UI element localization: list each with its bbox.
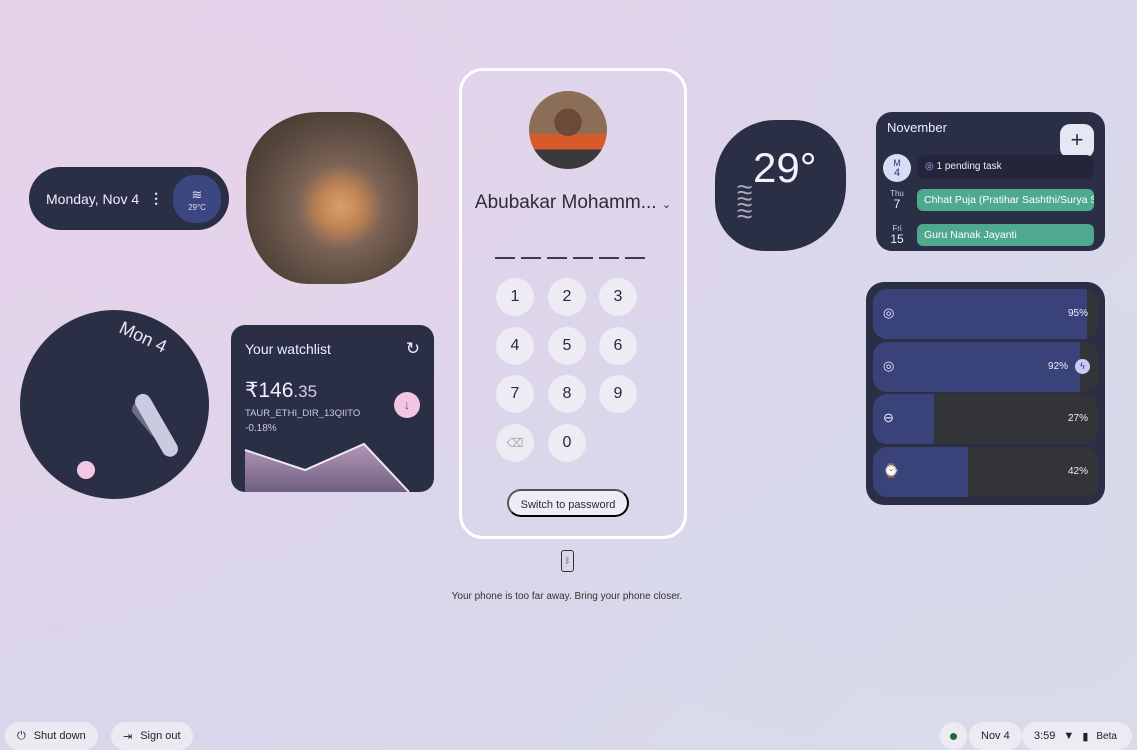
user-name-dropdown[interactable]: Abubakar Mohamm... ⌄ <box>462 192 684 214</box>
photo-widget[interactable] <box>246 112 418 284</box>
battery-row: ◎ 95% <box>873 289 1098 339</box>
switch-to-password-button[interactable]: Switch to password <box>507 489 629 517</box>
today-badge: M4 <box>883 154 911 182</box>
key-1[interactable]: 1 <box>496 278 534 316</box>
event-date: Thu 7 <box>890 189 904 211</box>
event-date: Fri 15 <box>890 224 904 246</box>
smart-lock-message: Your phone is too far away. Bring your p… <box>451 591 683 602</box>
hour-hand <box>132 391 181 460</box>
user-avatar[interactable] <box>529 91 607 169</box>
charging-icon: ϟ <box>1075 358 1090 374</box>
phone-bluetooth-icon: ᛒ <box>561 550 574 572</box>
key-2[interactable]: 2 <box>548 278 586 316</box>
waves-icon: ≈ ≈ ≈ <box>737 174 753 229</box>
stock-sparkline <box>244 442 410 492</box>
more-vert-icon[interactable]: ⋮ <box>149 190 163 207</box>
watch-icon: ⌚ <box>883 462 900 478</box>
key-6[interactable]: 6 <box>599 327 637 365</box>
pending-task[interactable]: ◎ 1 pending task <box>917 155 1094 179</box>
earbud-left-icon: ◎ <box>883 305 895 320</box>
backspace-icon[interactable]: ⌫ <box>496 424 534 462</box>
key-0[interactable]: 0 <box>548 424 586 462</box>
battery-widget[interactable]: ◎ 95% ◎ 92% ϟ ⊖ 27% ⌚ 42% <box>866 282 1105 505</box>
pin-input[interactable] <box>495 257 645 259</box>
earbud-right-icon: ◎ <box>883 357 895 373</box>
status-dot[interactable] <box>940 722 967 750</box>
event-item[interactable]: Chhat Puja (Pratihar Sashthi/Surya Sasht… <box>917 189 1094 211</box>
calendar-widget[interactable]: November + M4 ◎ 1 pending task Thu 7 Chha… <box>876 112 1105 251</box>
arrow-down-icon: ↓ <box>394 392 420 418</box>
weather-temp-large: 29° <box>753 144 817 191</box>
stock-price: ₹146.35 <box>245 379 318 402</box>
wifi-icon: ▼ <box>1063 730 1075 742</box>
power-icon: ⏻ <box>17 729 26 742</box>
clock-date-label: Mon 4 <box>116 317 171 357</box>
clock-widget[interactable]: Mon 4 <box>23 313 206 496</box>
key-3[interactable]: 3 <box>599 278 637 316</box>
refresh-icon[interactable]: ↻ <box>406 339 420 359</box>
shutdown-button[interactable]: ⏻ Shut down <box>5 722 98 750</box>
shelf-date[interactable]: Nov 4 <box>969 722 1022 750</box>
signout-button[interactable]: ⇥ Sign out <box>111 722 193 750</box>
clock-dot <box>77 461 95 479</box>
task-icon: ◎ <box>925 161 934 172</box>
battery-icon: ▮ <box>1082 730 1089 743</box>
weather-widget[interactable]: 29° ≈ ≈ ≈ <box>715 120 846 251</box>
date-widget[interactable]: Monday, Nov 4 ⋮ ≋ 29°C <box>29 167 229 230</box>
earbuds-case-icon: ⊖ <box>883 410 894 425</box>
system-tray[interactable]: 3:59 ▼ ▮ Beta <box>1022 722 1132 750</box>
battery-row: ⌚ 42% <box>873 446 1098 497</box>
weather-temp: 29°C <box>188 202 206 212</box>
add-event-button[interactable]: + <box>1060 124 1094 158</box>
waves-icon: ≋ <box>191 186 203 202</box>
key-4[interactable]: 4 <box>496 327 534 365</box>
event-item[interactable]: Guru Nanak Jayanti <box>917 224 1094 246</box>
battery-row: ⊖ 27% <box>873 394 1098 444</box>
weather-chip[interactable]: ≋ 29°C <box>173 175 221 223</box>
battery-row: ◎ 92% ϟ <box>873 341 1098 392</box>
calendar-month: November <box>887 120 947 135</box>
date-text: Monday, Nov 4 <box>46 190 140 207</box>
lock-screen-pod: Abubakar Mohamm... ⌄ 1 2 3 4 5 6 7 8 9 ⌫… <box>459 68 687 539</box>
sign-out-icon: ⇥ <box>123 730 133 743</box>
stock-symbol: TAUR_ETHI_DIR_13QIITO <box>245 408 361 419</box>
stock-change: -0.18% <box>245 423 277 434</box>
chevron-down-icon: ⌄ <box>661 199 672 211</box>
key-9[interactable]: 9 <box>599 375 637 413</box>
key-7[interactable]: 7 <box>496 375 534 413</box>
key-8[interactable]: 8 <box>548 375 586 413</box>
watchlist-widget[interactable]: Your watchlist ↻ ₹146.35 TAUR_ETHI_DIR_1… <box>231 325 434 492</box>
watchlist-title: Your watchlist <box>245 341 331 357</box>
key-5[interactable]: 5 <box>548 327 586 365</box>
